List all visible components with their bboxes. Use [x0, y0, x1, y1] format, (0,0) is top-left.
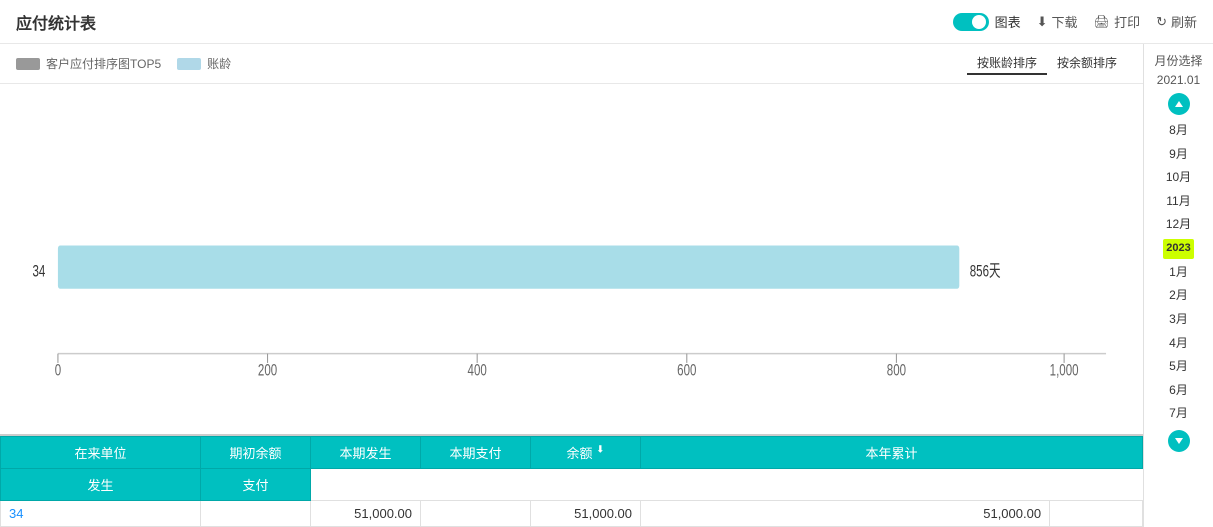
col-header-ytd-occur: 发生 — [1, 469, 201, 501]
page-title: 应付统计表 — [16, 10, 96, 34]
chart-legend: 客户应付排序图TOP5 账龄 — [16, 55, 231, 72]
refresh-button[interactable]: ↻ 刷新 — [1156, 12, 1197, 31]
month-11[interactable]: 11月 — [1166, 190, 1190, 214]
sort-tabs: 按账龄排序 按余额排序 — [967, 52, 1127, 75]
bar-days-label: 856天 — [970, 262, 1001, 281]
month-10[interactable]: 10月 — [1166, 166, 1191, 190]
bar-chart: 34 856天 0 200 400 600 800 1,000 — [16, 94, 1127, 434]
month-4[interactable]: 4月 — [1169, 332, 1188, 356]
col-header-period-occur: 本期发生 — [311, 437, 421, 469]
download-icon: ⬇ — [1037, 14, 1048, 30]
x-label-1000: 1,000 — [1050, 361, 1079, 380]
x-label-800: 800 — [887, 361, 906, 380]
cell-ytd-pay — [1050, 501, 1143, 527]
download-label: 下载 — [1052, 12, 1078, 31]
legend-item-1: 客户应付排序图TOP5 — [16, 55, 161, 72]
year-badge[interactable]: 2023 — [1163, 239, 1193, 259]
header-actions: 图表 ⬇ 下载 🖨 打印 ↻ 刷新 — [953, 12, 1197, 31]
refresh-label: 刷新 — [1171, 12, 1197, 31]
refresh-icon: ↻ — [1156, 14, 1167, 30]
chart-toggle-switch[interactable] — [953, 13, 989, 31]
col-header-period-pay: 本期支付 — [421, 437, 531, 469]
data-table: 在来单位 期初余额 本期发生 本期支付 余额 ⬇ 本年累计 — [0, 436, 1143, 527]
sort-tab-by-age[interactable]: 按账龄排序 — [967, 52, 1047, 75]
x-label-200: 200 — [258, 361, 277, 380]
legend-box-1 — [16, 58, 40, 70]
bar-row-label: 34 — [33, 262, 46, 281]
cell-unit: 34 — [1, 501, 201, 527]
col-header-period-balance: 期初余额 — [201, 437, 311, 469]
col-header-ytd-pay: 支付 — [201, 469, 311, 501]
table-row: 34 51,000.00 51,000.00 51,000.00 — [1, 501, 1143, 527]
chart-area: 34 856天 0 200 400 600 800 1,000 — [0, 84, 1143, 434]
chart-header: 客户应付排序图TOP5 账龄 按账龄排序 按余额排序 — [0, 44, 1143, 84]
table-wrapper: 在来单位 期初余额 本期发生 本期支付 余额 ⬇ 本年累计 — [0, 436, 1143, 527]
month-9[interactable]: 9月 — [1169, 143, 1188, 167]
sidebar-up-button[interactable] — [1168, 93, 1190, 115]
bar-rect — [58, 245, 959, 288]
legend-item-2: 账龄 — [177, 55, 231, 72]
cell-balance: 51,000.00 — [531, 501, 641, 527]
app-header: 应付统计表 图表 ⬇ 下载 🖨 打印 ↻ 刷新 — [0, 0, 1213, 44]
month-5[interactable]: 5月 — [1169, 355, 1188, 379]
table-section: 在来单位 期初余额 本期发生 本期支付 余额 ⬇ 本年累计 — [0, 434, 1143, 527]
sidebar-title: 月份选择 — [1154, 52, 1202, 69]
x-label-0: 0 — [55, 361, 61, 380]
balance-icon: ⬇ — [596, 445, 604, 456]
month-12[interactable]: 12月 — [1166, 213, 1191, 237]
print-label: 打印 — [1114, 12, 1140, 31]
chart-section: 客户应付排序图TOP5 账龄 按账龄排序 按余额排序 — [0, 44, 1143, 527]
chevron-down-icon — [1174, 436, 1184, 446]
month-7[interactable]: 7月 — [1169, 402, 1188, 426]
x-label-600: 600 — [677, 361, 696, 380]
print-button[interactable]: 🖨 打印 — [1094, 12, 1141, 31]
download-button[interactable]: ⬇ 下载 — [1037, 12, 1078, 31]
cell-period-pay — [421, 501, 531, 527]
col-header-balance: 余额 ⬇ — [531, 437, 641, 469]
right-sidebar: 月份选择 2021.01 8月 9月 10月 11月 12月 2023 1月 2… — [1143, 44, 1213, 527]
month-2[interactable]: 2月 — [1169, 284, 1188, 308]
sidebar-date-value: 2021.01 — [1157, 73, 1200, 87]
cell-period-balance — [201, 501, 311, 527]
sidebar-down-button[interactable] — [1168, 430, 1190, 452]
chevron-up-icon — [1174, 99, 1184, 109]
col-header-unit: 在来单位 — [1, 437, 201, 469]
legend-label-2: 账龄 — [207, 55, 231, 72]
unit-link[interactable]: 34 — [9, 506, 23, 521]
chart-toggle-wrap[interactable]: 图表 — [953, 12, 1021, 31]
sort-tab-by-balance[interactable]: 按余额排序 — [1047, 52, 1127, 75]
col-header-ytd: 本年累计 — [641, 437, 1143, 469]
x-label-400: 400 — [468, 361, 487, 380]
chart-toggle-label: 图表 — [995, 12, 1021, 31]
cell-period-occur: 51,000.00 — [311, 501, 421, 527]
main-content: 客户应付排序图TOP5 账龄 按账龄排序 按余额排序 — [0, 44, 1213, 527]
table-body: 34 51,000.00 51,000.00 51,000.00 — [1, 501, 1143, 527]
legend-label-1: 客户应付排序图TOP5 — [46, 55, 161, 72]
legend-box-2 — [177, 58, 201, 70]
print-icon: 🖨 — [1094, 14, 1111, 30]
month-8[interactable]: 8月 — [1169, 119, 1188, 143]
month-3[interactable]: 3月 — [1169, 308, 1188, 332]
month-1[interactable]: 1月 — [1169, 261, 1188, 285]
month-6[interactable]: 6月 — [1169, 379, 1188, 403]
cell-ytd-occur: 51,000.00 — [641, 501, 1050, 527]
